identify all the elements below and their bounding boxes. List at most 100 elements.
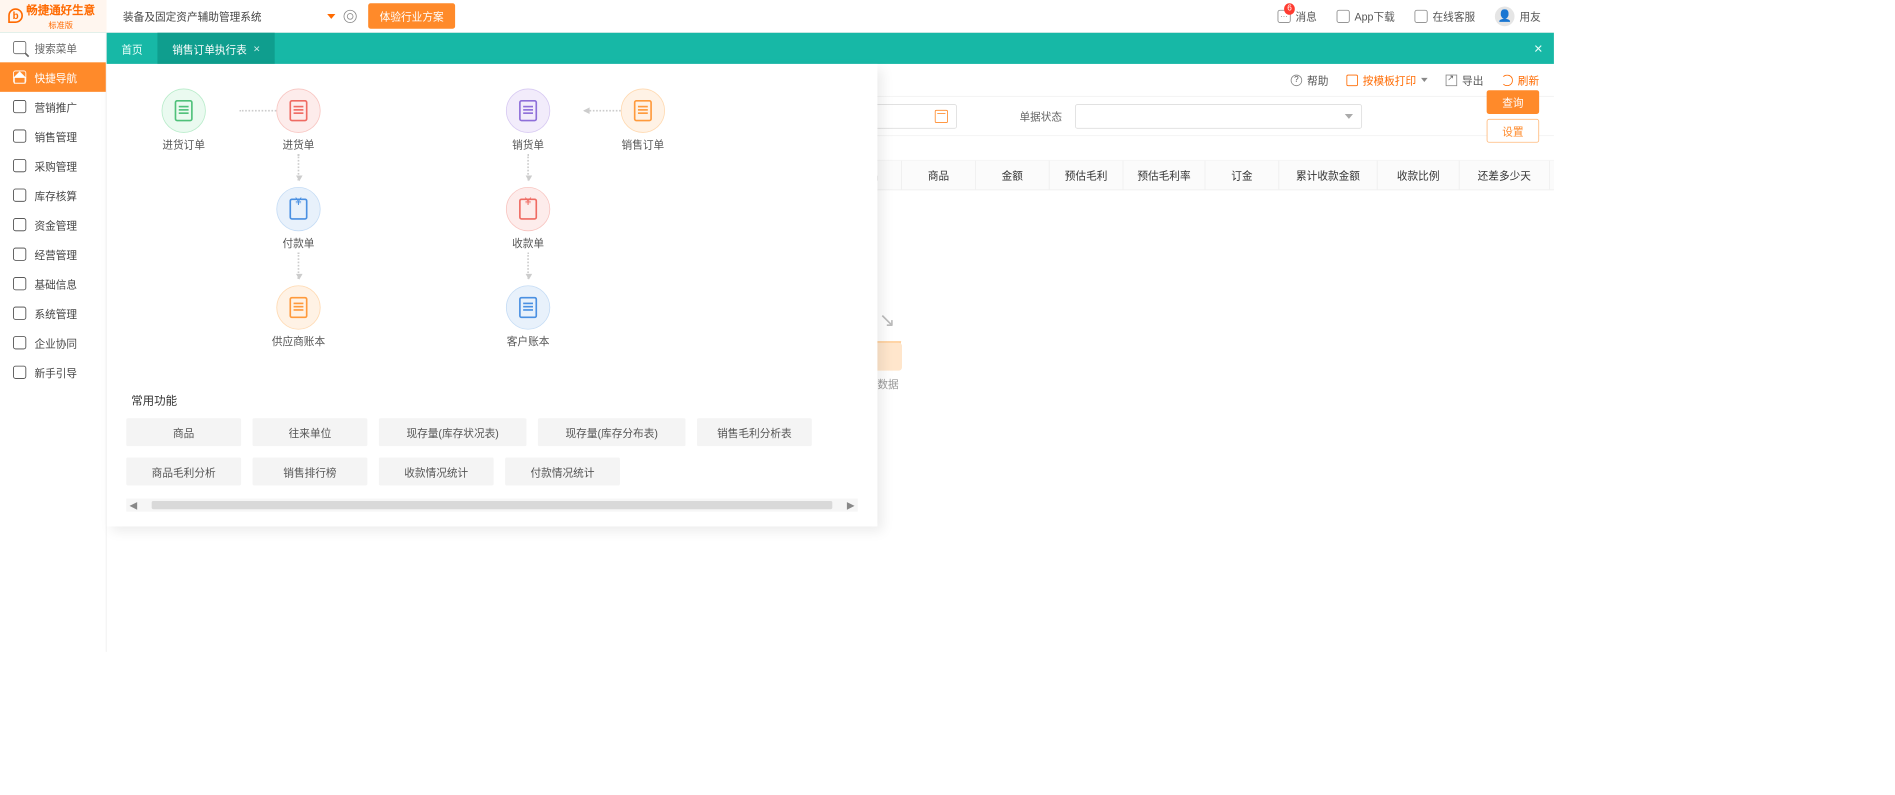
- sidebar-item-operation[interactable]: 经营管理: [0, 239, 106, 269]
- chevron-down-icon: [1421, 78, 1428, 82]
- sidebar-item-finance[interactable]: 资金管理: [0, 210, 106, 240]
- quick-btn-sales-profit[interactable]: 销售毛利分析表: [697, 418, 812, 446]
- export-button[interactable]: 导出: [1446, 72, 1484, 88]
- headset-icon: [1414, 9, 1427, 22]
- sidebar-item-system[interactable]: 系统管理: [0, 298, 106, 328]
- quick-btn-partner[interactable]: 往来单位: [253, 418, 368, 446]
- flyout-scrollbar[interactable]: ◀ ▶: [126, 499, 857, 512]
- flow-diagram: 进货订单 进货单 销货单 销售订单 付款单 收款单: [126, 89, 857, 384]
- tab-home[interactable]: 首页: [107, 33, 158, 64]
- flow-node-receipt[interactable]: 收款单: [506, 187, 550, 250]
- status-select[interactable]: [1075, 104, 1362, 129]
- system-selector[interactable]: 装备及固定资产辅助管理系统: [123, 8, 357, 24]
- th: 收款比例: [1378, 161, 1460, 190]
- quick-btn-sales-rank[interactable]: 销售排行榜: [253, 458, 368, 486]
- home-icon: [13, 71, 26, 84]
- flow-node-payment[interactable]: 付款单: [276, 187, 320, 250]
- people-icon: [13, 336, 26, 349]
- chart-icon: [13, 248, 26, 261]
- logo-text: 畅捷通好生意: [26, 2, 95, 18]
- online-service-link[interactable]: 在线客服: [1414, 8, 1475, 24]
- doc-icon: [634, 100, 652, 121]
- sidebar-item-basicinfo[interactable]: 基础信息: [0, 269, 106, 299]
- gear-icon[interactable]: [344, 9, 357, 22]
- book-icon: [13, 366, 26, 379]
- sidebar-item-purchase[interactable]: 采购管理: [0, 151, 106, 181]
- sidebar-item-inventory[interactable]: 库存核算: [0, 180, 106, 210]
- scroll-right-icon[interactable]: ▶: [844, 499, 858, 510]
- th: 商品: [902, 161, 976, 190]
- money-doc-icon: [289, 198, 307, 219]
- arrow-icon: [298, 154, 300, 180]
- chevron-down-icon: [327, 14, 335, 19]
- query-button[interactable]: 查询: [1487, 90, 1539, 114]
- sidebar-item-search[interactable]: 搜索菜单: [0, 33, 106, 63]
- grid-icon: [13, 100, 26, 113]
- arrow-icon: [527, 253, 529, 279]
- calendar-icon: [935, 109, 948, 122]
- flow-node-purchase-order[interactable]: 进货订单: [162, 89, 206, 152]
- quicknav-flyout: 进货订单 进货单 销货单 销售订单 付款单 收款单: [107, 64, 878, 526]
- sidebar: 搜索菜单 快捷导航 营销推广 销售管理 采购管理 库存核算 资金管理 经营管理 …: [0, 33, 107, 652]
- doc-icon: [289, 100, 307, 121]
- quick-btn-receipt-stat[interactable]: 收款情况统计: [379, 458, 494, 486]
- experience-button[interactable]: 体验行业方案: [368, 3, 455, 28]
- gear2-icon: [13, 307, 26, 320]
- tab-strip: 首页 销售订单执行表 × ×: [0, 33, 1554, 64]
- messages-link[interactable]: 6 消息: [1277, 8, 1316, 24]
- money-doc-icon: [519, 198, 537, 219]
- flow-node-customer-ledger[interactable]: 客户账本: [506, 285, 550, 348]
- help-link[interactable]: ?帮助: [1291, 72, 1329, 88]
- message-badge: 6: [1284, 3, 1295, 14]
- close-all-tabs[interactable]: ×: [1523, 33, 1554, 64]
- flow-node-sales-order[interactable]: 销售订单: [621, 89, 665, 152]
- logo-subtitle: 标准版: [48, 18, 73, 30]
- arrow-icon: [298, 253, 300, 279]
- sidebar-item-collab[interactable]: 企业协同: [0, 328, 106, 358]
- help-icon: ?: [1291, 74, 1302, 85]
- th: 订金: [1205, 161, 1279, 190]
- sidebar-item-guide[interactable]: 新手引导: [0, 358, 106, 388]
- sidebar-item-quicknav[interactable]: 快捷导航: [0, 62, 106, 92]
- doc-icon: [175, 100, 193, 121]
- scroll-left-icon[interactable]: ◀: [126, 499, 140, 510]
- close-icon[interactable]: ×: [253, 42, 260, 55]
- flow-node-purchase[interactable]: 进货单: [276, 89, 320, 152]
- doc-icon: [519, 297, 537, 318]
- app-download-link[interactable]: App下载: [1336, 8, 1394, 24]
- common-functions-grid: 商品 往来单位 现存量(库存状况表) 现存量(库存分布表) 销售毛利分析表 商品…: [126, 418, 857, 485]
- print-icon: [1346, 74, 1357, 85]
- doc-icon: [289, 297, 307, 318]
- phone-icon: [1336, 9, 1349, 22]
- avatar-icon: 👤: [1495, 6, 1515, 26]
- th: 累计收款金额: [1279, 161, 1377, 190]
- money-icon: [13, 218, 26, 231]
- logo-icon: b: [8, 8, 23, 23]
- flow-node-sales[interactable]: 销货单: [506, 89, 550, 152]
- quick-btn-stock-dist[interactable]: 现存量(库存分布表): [538, 418, 686, 446]
- quick-btn-payment-stat[interactable]: 付款情况统计: [505, 458, 620, 486]
- th: 预估毛利: [1050, 161, 1124, 190]
- quick-btn-stock-status[interactable]: 现存量(库存状况表): [379, 418, 527, 446]
- top-header: b 畅捷通好生意 标准版 装备及固定资产辅助管理系统 体验行业方案 6 消息 A…: [0, 0, 1554, 33]
- quick-btn-goods-profit[interactable]: 商品毛利分析: [126, 458, 241, 486]
- app-logo: b 畅捷通好生意 标准版: [0, 0, 107, 32]
- sidebar-item-marketing[interactable]: 营销推广: [0, 92, 106, 122]
- top-links: 6 消息 App下载 在线客服 👤 用友: [1277, 6, 1540, 26]
- refresh-icon: [1501, 74, 1512, 85]
- user-menu[interactable]: 👤 用友: [1495, 6, 1541, 26]
- refresh-button[interactable]: 刷新: [1501, 72, 1539, 88]
- print-button[interactable]: 按模板打印: [1346, 72, 1427, 88]
- flow-node-supplier-ledger[interactable]: 供应商账本: [272, 285, 325, 348]
- tab-sales-order-exec[interactable]: 销售订单执行表 ×: [157, 33, 274, 64]
- scrollbar-track[interactable]: [152, 501, 832, 509]
- sidebar-item-sales[interactable]: 销售管理: [0, 121, 106, 151]
- list-icon: [13, 277, 26, 290]
- quick-btn-product[interactable]: 商品: [126, 418, 241, 446]
- th: 还差多少天: [1460, 161, 1550, 190]
- system-name: 装备及固定资产辅助管理系统: [123, 8, 262, 24]
- th: 金额: [976, 161, 1050, 190]
- settings-button[interactable]: 设置: [1487, 118, 1539, 142]
- chevron-down-icon: [1345, 114, 1353, 119]
- doc-icon: [519, 100, 537, 121]
